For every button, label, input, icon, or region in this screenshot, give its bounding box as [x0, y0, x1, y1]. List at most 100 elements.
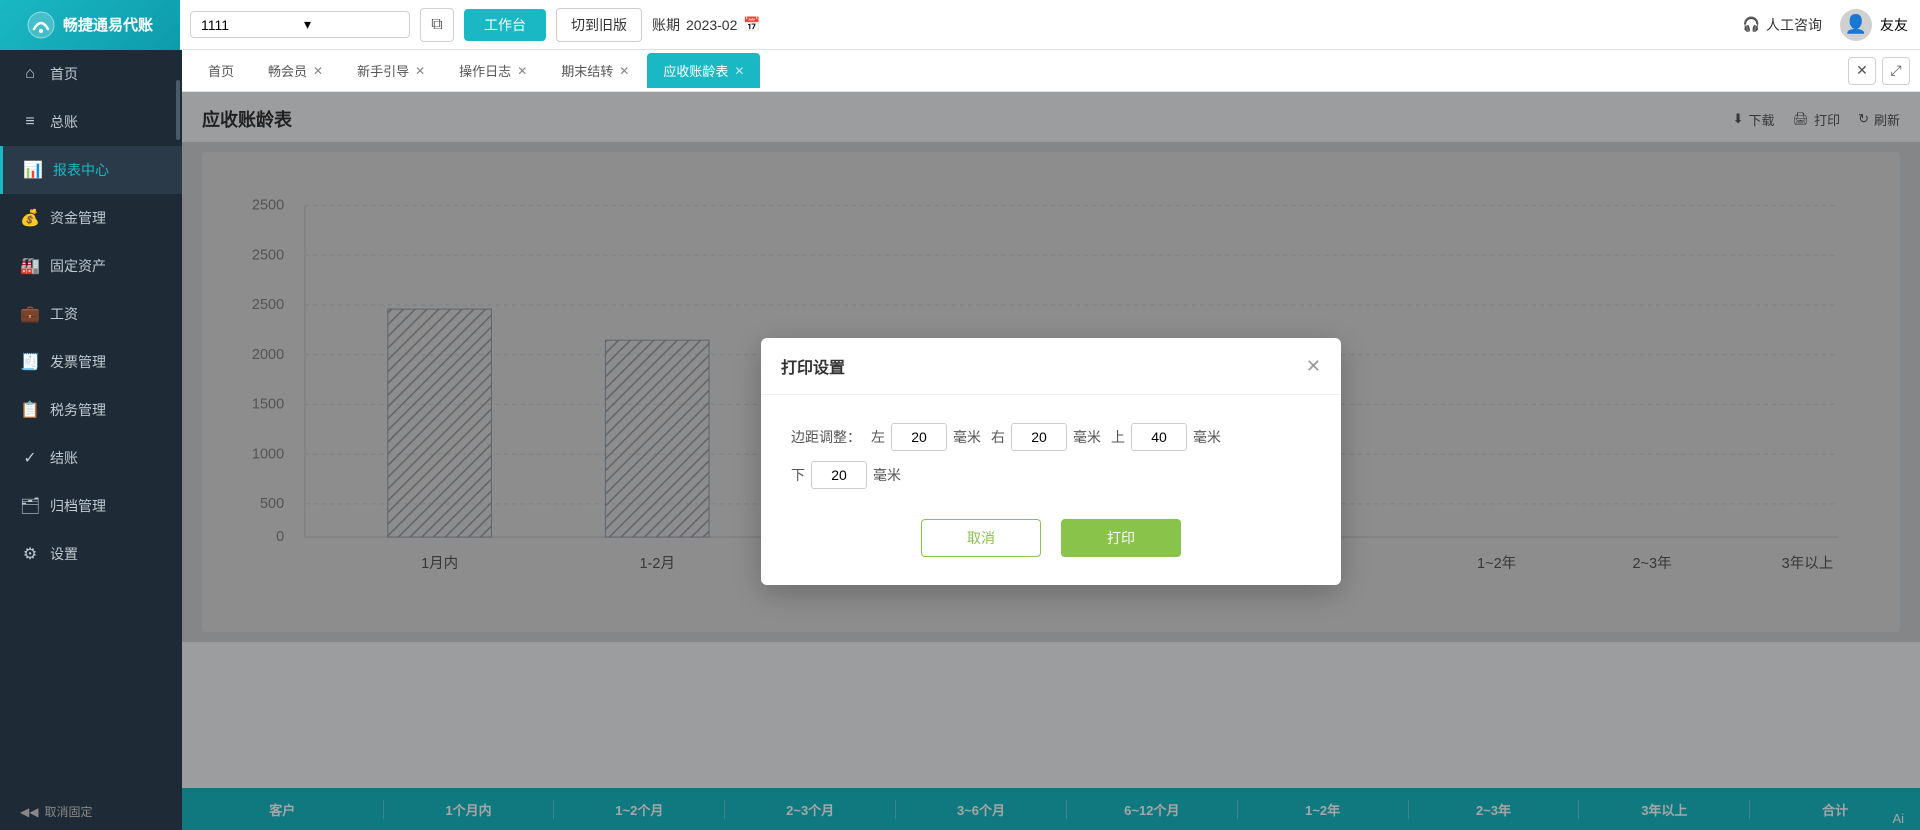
margin-label: 边距调整：	[791, 427, 861, 447]
modal-overlay: 打印设置 ✕ 边距调整： 左 毫米 右	[182, 92, 1920, 830]
tab-close-guide[interactable]: ✕	[415, 64, 425, 78]
left-label: 左	[871, 427, 885, 447]
left-unit: 毫米	[953, 427, 981, 447]
dialog-header: 打印设置 ✕	[761, 338, 1341, 395]
sidebar-item-reports[interactable]: 📊 报表中心	[0, 146, 182, 194]
tab-guide[interactable]: 新手引导 ✕	[341, 53, 441, 88]
logo-text: 畅捷通易代账	[63, 14, 153, 35]
user-info[interactable]: 👤 友友	[1840, 9, 1908, 41]
margin-bottom-group: 下 毫米	[791, 461, 901, 489]
cancel-button[interactable]: 取消	[921, 519, 1041, 557]
avatar-icon: 👤	[1845, 14, 1867, 35]
bottom-input[interactable]	[811, 461, 867, 489]
period-label-text: 账期	[652, 15, 680, 35]
sidebar-scrollbar-thumb	[176, 80, 180, 140]
margin-row: 边距调整： 左 毫米 右 毫米	[791, 423, 1311, 489]
sidebar-item-label: 结账	[50, 448, 78, 468]
margin-left-group: 左 毫米	[871, 423, 981, 451]
funds-icon: 💰	[20, 208, 40, 228]
dialog-body: 边距调整： 左 毫米 右 毫米	[761, 395, 1341, 513]
logo: 畅捷通易代账	[0, 0, 180, 50]
dropdown-icon: ▾	[304, 16, 399, 33]
content-area: 首页 畅会员 ✕ 新手引导 ✕ 操作日志 ✕ 期末结转 ✕ 应收账龄表 ✕	[182, 50, 1920, 830]
old-version-button[interactable]: 切到旧版	[556, 8, 642, 42]
avatar: 👤	[1840, 9, 1872, 41]
sidebar-item-home[interactable]: ⌂ 首页	[0, 50, 182, 98]
tab-oplog[interactable]: 操作日志 ✕	[443, 53, 543, 88]
sidebar-item-label: 税务管理	[50, 400, 106, 420]
tax-icon: 📋	[20, 400, 40, 420]
sidebar-bottom-label: 取消固定	[44, 803, 92, 820]
tab-member[interactable]: 畅会员 ✕	[252, 53, 339, 88]
salary-icon: 💼	[20, 304, 40, 324]
logo-icon	[27, 11, 55, 39]
confirm-print-button[interactable]: 打印	[1061, 519, 1181, 557]
header-right: 🎧 人工咨询 👤 友友	[1743, 9, 1908, 41]
tab-aging[interactable]: 应收账龄表 ✕	[647, 53, 760, 88]
top-header: 畅捷通易代账 1111 ▾ ⧉ 工作台 切到旧版 账期 2023-02 📅 🎧 …	[0, 0, 1920, 50]
dialog-close-button[interactable]: ✕	[1306, 357, 1321, 375]
sidebar-item-label: 工资	[50, 304, 78, 324]
tab-close-aging[interactable]: ✕	[734, 64, 744, 78]
right-input[interactable]	[1011, 423, 1067, 451]
sidebar-item-closing[interactable]: ✓ 结账	[0, 434, 182, 482]
sidebar-item-label: 发票管理	[50, 352, 106, 372]
tab-close-period[interactable]: ✕	[619, 64, 629, 78]
sidebar-item-ledger[interactable]: ≡ 总账	[0, 98, 182, 146]
tab-home[interactable]: 首页	[192, 53, 250, 88]
period-display: 账期 2023-02 📅	[652, 15, 761, 35]
invoice-icon: 🧾	[20, 352, 40, 372]
pin-icon: ◀◀	[20, 805, 38, 819]
period-value: 2023-02	[686, 17, 737, 33]
tab-label: 畅会员	[268, 61, 307, 80]
sidebar-item-invoice[interactable]: 🧾 发票管理	[0, 338, 182, 386]
ledger-icon: ≡	[20, 113, 40, 131]
sidebar-item-assets[interactable]: 🏭 固定资产	[0, 242, 182, 290]
margin-top-group: 上 毫米	[1111, 423, 1221, 451]
workbench-button[interactable]: 工作台	[464, 9, 546, 41]
sidebar-item-label: 首页	[50, 64, 78, 84]
company-selector[interactable]: 1111 ▾	[190, 11, 410, 38]
tab-period-close[interactable]: 期末结转 ✕	[545, 53, 645, 88]
sidebar-item-label: 固定资产	[50, 256, 106, 276]
calendar-icon[interactable]: 📅	[743, 16, 760, 33]
left-input[interactable]	[891, 423, 947, 451]
main-layout: ⌂ 首页 ≡ 总账 📊 报表中心 💰 资金管理 🏭 固定资产 💼 工资 🧾 发票…	[0, 50, 1920, 830]
sidebar-item-funds[interactable]: 💰 资金管理	[0, 194, 182, 242]
margin-right-group: 右 毫米	[991, 423, 1101, 451]
sidebar-item-label: 资金管理	[50, 208, 106, 228]
right-unit: 毫米	[1073, 427, 1101, 447]
print-settings-dialog: 打印设置 ✕ 边距调整： 左 毫米 右	[761, 338, 1341, 585]
sidebar-item-salary[interactable]: 💼 工资	[0, 290, 182, 338]
dialog-title: 打印设置	[781, 354, 845, 378]
right-label: 右	[991, 427, 1005, 447]
company-name: 1111	[201, 17, 296, 33]
sidebar: ⌂ 首页 ≡ 总账 📊 报表中心 💰 资金管理 🏭 固定资产 💼 工资 🧾 发票…	[0, 50, 182, 830]
copy-icon-btn[interactable]: ⧉	[420, 8, 454, 42]
tab-actions: ✕ ⤢	[1848, 57, 1910, 85]
sidebar-scrollbar[interactable]	[176, 50, 180, 830]
sidebar-unpin[interactable]: ◀◀ 取消固定	[0, 793, 182, 830]
sidebar-item-archive[interactable]: 🗂 归档管理	[0, 482, 182, 530]
reports-icon: 📊	[23, 160, 43, 180]
customer-service[interactable]: 🎧 人工咨询	[1743, 15, 1822, 35]
tab-label: 首页	[208, 61, 234, 80]
page-content: 应收账龄表 ⬇ 下载 🖨 打印 ↻ 刷新	[182, 92, 1920, 830]
assets-icon: 🏭	[20, 256, 40, 276]
home-icon: ⌂	[20, 65, 40, 83]
tab-expand-button[interactable]: ⤢	[1882, 57, 1910, 85]
sidebar-item-label: 报表中心	[53, 160, 109, 180]
sidebar-item-tax[interactable]: 📋 税务管理	[0, 386, 182, 434]
tab-bar: 首页 畅会员 ✕ 新手引导 ✕ 操作日志 ✕ 期末结转 ✕ 应收账龄表 ✕	[182, 50, 1920, 92]
tab-close-all-button[interactable]: ✕	[1848, 57, 1876, 85]
tab-close-oplog[interactable]: ✕	[517, 64, 527, 78]
sidebar-item-label: 归档管理	[50, 496, 106, 516]
tab-label: 期末结转	[561, 61, 613, 80]
top-input[interactable]	[1131, 423, 1187, 451]
dialog-footer: 取消 打印	[761, 513, 1341, 585]
customer-service-label: 人工咨询	[1766, 15, 1822, 35]
tab-label: 应收账龄表	[663, 61, 728, 80]
sidebar-item-settings[interactable]: ⚙ 设置	[0, 530, 182, 578]
tab-close-member[interactable]: ✕	[313, 64, 323, 78]
sidebar-item-label: 总账	[50, 112, 78, 132]
